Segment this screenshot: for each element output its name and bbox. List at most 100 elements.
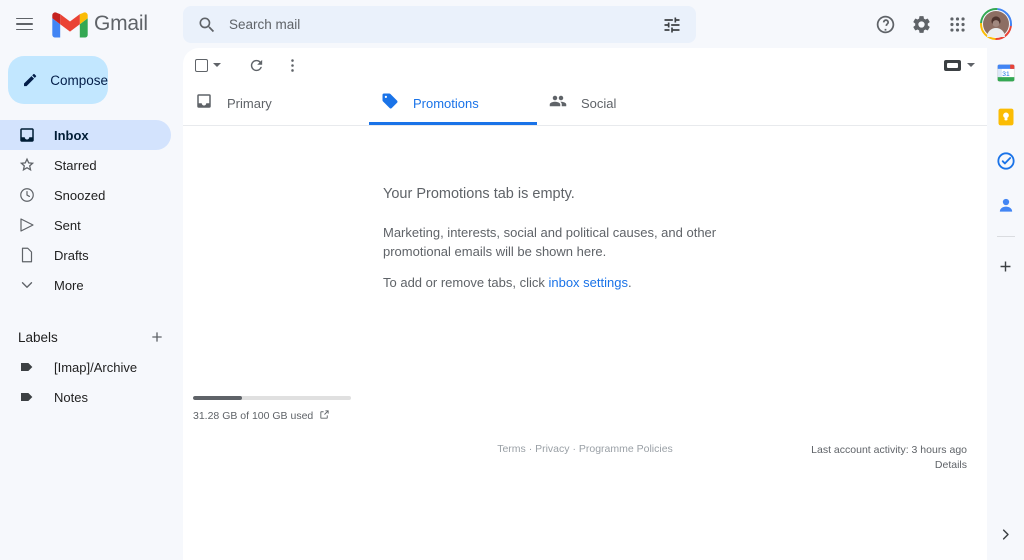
- file-icon: [18, 246, 36, 264]
- labels-title: Labels: [18, 329, 58, 345]
- more-options-button[interactable]: [277, 50, 307, 80]
- more-vertical-icon: [290, 58, 294, 72]
- tag-tab-icon: [381, 92, 399, 115]
- chevron-down-icon: [213, 63, 221, 67]
- hamburger-icon[interactable]: [4, 4, 44, 44]
- inbox-tab-icon: [195, 92, 213, 115]
- tune-filter-icon[interactable]: [654, 7, 690, 43]
- tab-promotions[interactable]: Promotions: [369, 82, 537, 125]
- empty-state-cta-suffix: .: [627, 275, 632, 290]
- storage-bar: [193, 396, 351, 400]
- input-tools-selector[interactable]: [944, 48, 975, 82]
- sidebar-item-label: Sent: [54, 217, 81, 233]
- keyboard-icon: [944, 59, 961, 71]
- google-calendar-icon[interactable]: 31: [991, 58, 1021, 88]
- select-all-checkbox[interactable]: [193, 50, 223, 80]
- google-keep-icon[interactable]: [991, 102, 1021, 132]
- sidebar-item-starred[interactable]: Starred: [0, 150, 171, 180]
- storage-text: 31.28 GB of 100 GB used: [193, 410, 314, 422]
- label-tag-icon: [18, 388, 36, 406]
- star-icon: [18, 156, 36, 174]
- inbox-icon: [18, 126, 36, 144]
- tab-underline: [183, 122, 369, 125]
- sidebar-item-inbox[interactable]: Inbox: [0, 120, 171, 150]
- apps-grid-icon[interactable]: [940, 7, 974, 41]
- sidebar-item-label: Drafts: [54, 247, 89, 263]
- add-side-panel-app-button[interactable]: [991, 251, 1021, 281]
- checkbox-icon: [195, 58, 208, 72]
- app-header: Gmail: [0, 0, 1024, 48]
- header-actions: [868, 0, 1016, 48]
- brand-name: Gmail: [94, 12, 148, 35]
- clock-icon: [18, 186, 36, 204]
- footer-links-text[interactable]: Terms · Privacy · Programme Policies: [497, 443, 673, 455]
- activity-details-link[interactable]: Details: [811, 458, 967, 473]
- gmail-app: Gmail Search mail Compose Inbox Starred …: [0, 0, 1024, 560]
- refresh-icon: [250, 59, 262, 71]
- chevron-down-icon: [18, 276, 36, 294]
- sidebar-label-text: Notes: [54, 389, 88, 405]
- search-icon: [199, 17, 215, 32]
- expand-side-panel-button[interactable]: [994, 522, 1018, 546]
- empty-state-title: Your Promotions tab is empty.: [383, 186, 575, 202]
- compose-button[interactable]: Compose: [8, 56, 108, 104]
- sidebar-label-notes[interactable]: Notes: [0, 382, 171, 412]
- avatar[interactable]: [976, 4, 1016, 44]
- storage-bar-fill: [193, 396, 242, 400]
- search-bar[interactable]: [183, 6, 696, 43]
- gmail-logo: Gmail: [52, 11, 148, 38]
- activity-text: Last account activity: 3 hours ago: [811, 444, 967, 456]
- google-contacts-icon[interactable]: [991, 190, 1021, 220]
- sidebar-label-text: [Imap]/Archive: [54, 359, 138, 375]
- empty-state: Your Promotions tab is empty. Marketing,…: [183, 126, 987, 290]
- label-tag-icon: [18, 358, 36, 376]
- empty-state-description: Marketing, interests, social and politic…: [383, 225, 717, 259]
- empty-state-cta: To add or remove tabs, click inbox setti…: [383, 275, 987, 290]
- sidebar-item-label: More: [54, 277, 84, 293]
- sidebar-item-snoozed[interactable]: Snoozed: [0, 180, 171, 210]
- rail-divider: [996, 236, 1015, 237]
- sidebar-item-drafts[interactable]: Drafts: [0, 240, 171, 270]
- account-activity: Last account activity: 3 hours ago Detai…: [811, 443, 967, 473]
- inbox-settings-link[interactable]: inbox settings: [548, 275, 628, 290]
- refresh-button[interactable]: [241, 50, 271, 80]
- labels-list: [Imap]/Archive Notes: [0, 352, 183, 412]
- tab-label: Promotions: [413, 96, 479, 111]
- plus-icon[interactable]: [147, 327, 167, 347]
- chevron-right-icon: [1002, 528, 1009, 540]
- external-link-icon[interactable]: [319, 409, 330, 423]
- gear-icon[interactable]: [904, 7, 938, 41]
- pencil-icon: [24, 73, 37, 87]
- sidebar-item-sent[interactable]: Sent: [0, 210, 171, 240]
- sidebar-item-label: Inbox: [54, 127, 89, 143]
- labels-header: Labels: [0, 322, 183, 352]
- inbox-tabs: Primary Promotions Social: [183, 82, 987, 126]
- tab-underline: [369, 122, 537, 125]
- mail-footer: 31.28 GB of 100 GB used Terms · Privacy …: [183, 396, 987, 471]
- help-circle-icon[interactable]: [868, 7, 902, 41]
- send-icon: [18, 216, 36, 234]
- sidebar-label-imap-archive[interactable]: [Imap]/Archive: [0, 352, 171, 382]
- storage-text-row: 31.28 GB of 100 GB used: [193, 409, 373, 423]
- sidebar: Compose Inbox Starred Snoozed Sent Draft…: [0, 48, 183, 560]
- tab-label: Social: [581, 96, 617, 111]
- sidebar-item-label: Snoozed: [54, 187, 106, 203]
- tab-underline: [537, 122, 705, 125]
- sidebar-item-label: Starred: [54, 157, 97, 173]
- tab-primary[interactable]: Primary: [183, 82, 369, 125]
- google-tasks-icon[interactable]: [991, 146, 1021, 176]
- people-tab-icon: [549, 92, 567, 115]
- mail-toolbar: [183, 48, 987, 82]
- plus-icon: [1000, 261, 1011, 271]
- tab-social[interactable]: Social: [537, 82, 705, 125]
- search-input[interactable]: [229, 17, 654, 32]
- sidebar-item-more[interactable]: More: [0, 270, 171, 300]
- chevron-down-icon: [967, 63, 975, 67]
- sidebar-nav: Inbox Starred Snoozed Sent Drafts More: [0, 120, 183, 300]
- mail-panel: Primary Promotions Social Your Promotion…: [183, 48, 987, 560]
- avatar-ring: [980, 8, 1012, 40]
- tab-label: Primary: [227, 96, 272, 111]
- compose-label: Compose: [50, 72, 108, 88]
- gmail-m-icon: [52, 11, 88, 37]
- empty-state-cta-prefix: To add or remove tabs, click: [383, 275, 549, 290]
